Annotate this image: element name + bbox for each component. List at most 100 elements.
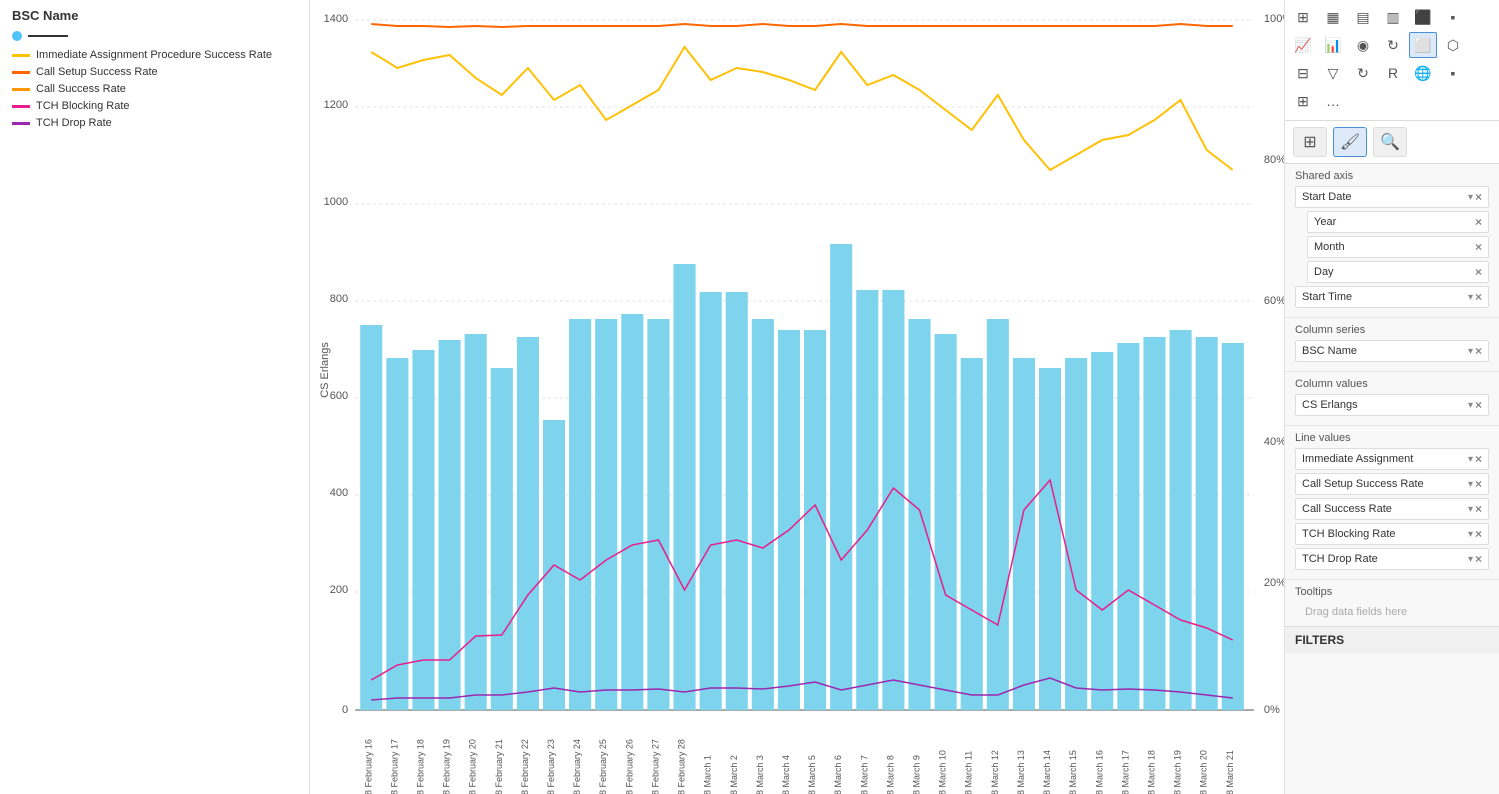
svg-text:2018 February 28: 2018 February 28 [677,739,687,794]
legend-color-call-setup [12,71,30,74]
field-tch-blocking-rate[interactable]: TCH Blocking Rate ▾ × [1295,523,1489,545]
svg-text:2018 March 10: 2018 March 10 [938,750,948,794]
vis-tab-table[interactable]: ⊞ [1293,127,1327,157]
toolbar-icon-3[interactable]: ▤ [1349,4,1377,30]
svg-text:2018 March 5: 2018 March 5 [807,755,817,794]
chevron-start-time[interactable]: ▾ [1468,292,1473,303]
close-immediate[interactable]: × [1475,452,1482,466]
legend-item-call-setup: Call Setup Success Rate [12,66,297,78]
svg-text:2018 February 20: 2018 February 20 [468,739,478,794]
vis-tabs: ⊞ 🖌 🔍 [1285,121,1499,164]
field-tch-drop-rate[interactable]: TCH Drop Rate ▾ × [1295,548,1489,570]
field-actions-start-date: ▾ × [1468,190,1482,204]
field-bsc-name[interactable]: BSC Name ▾ × [1295,340,1489,362]
chevron-bsc-name[interactable]: ▾ [1468,346,1473,357]
svg-text:2018 February 16: 2018 February 16 [363,739,373,794]
icon-row-1: ⊞ ▦ ▤ ▥ ⬛ ▪ [1289,4,1495,30]
close-month[interactable]: × [1475,240,1482,254]
close-start-date[interactable]: × [1475,190,1482,204]
close-year[interactable]: × [1475,215,1482,229]
legend-bsc-item [12,31,297,41]
field-call-setup-success[interactable]: Call Setup Success Rate ▾ × [1295,473,1489,495]
svg-text:2018 February 18: 2018 February 18 [415,739,425,794]
svg-text:20%: 20% [1264,577,1284,589]
chevron-tch-blocking[interactable]: ▾ [1468,529,1473,540]
toolbar-icon-19[interactable]: ⊞ [1289,88,1317,114]
toolbar-icon-2[interactable]: ▦ [1319,4,1347,30]
svg-text:2018 February 25: 2018 February 25 [598,739,608,794]
legend-label-call-success: Call Success Rate [36,83,126,95]
close-day[interactable]: × [1475,265,1482,279]
legend-label-tch-blocking: TCH Blocking Rate [36,100,130,112]
field-actions-call-success: ▾ × [1468,502,1482,516]
toolbar-icon-10[interactable]: ↻ [1379,32,1407,58]
field-start-time[interactable]: Start Time ▾ × [1295,286,1489,308]
close-call-success[interactable]: × [1475,502,1482,516]
svg-text:2018 March 19: 2018 March 19 [1173,750,1183,794]
toolbar-icon-8[interactable]: 📊 [1319,32,1347,58]
toolbar-icon-4[interactable]: ▥ [1379,4,1407,30]
legend-item-call-success: Call Success Rate [12,83,297,95]
toolbar-icon-6[interactable]: ▪ [1439,4,1467,30]
field-immediate-assignment[interactable]: Immediate Assignment ▾ × [1295,448,1489,470]
toolbar-icon-12[interactable]: ⬡ [1439,32,1467,58]
legend-bsc-line [28,35,68,37]
legend-panel: BSC Name Immediate Assignment Procedure … [0,0,310,794]
close-start-time[interactable]: × [1475,290,1482,304]
toolbar-icon-14[interactable]: ▽ [1319,60,1347,86]
legend-color-tch-blocking [12,105,30,108]
field-actions-tch-blocking: ▾ × [1468,527,1482,541]
svg-text:2018 March 3: 2018 March 3 [755,755,765,794]
svg-text:2018 February 17: 2018 February 17 [389,739,399,794]
close-cs-erlangs[interactable]: × [1475,398,1482,412]
toolbar-icon-16[interactable]: R [1379,60,1407,86]
svg-text:100%: 100% [1264,13,1284,25]
toolbar-icon-20[interactable]: … [1319,88,1347,114]
field-label-immediate-assignment: Immediate Assignment [1302,453,1413,465]
vis-tab-analytics[interactable]: 🔍 [1373,127,1407,157]
svg-text:2018 March 14: 2018 March 14 [1042,750,1052,794]
shared-axis-start-date[interactable]: Start Date ▾ × [1295,186,1489,208]
field-month[interactable]: Month × [1307,236,1489,258]
field-cs-erlangs[interactable]: CS Erlangs ▾ × [1295,394,1489,416]
field-label-call-success-rate: Call Success Rate [1302,503,1392,515]
toolbar-icon-18[interactable]: ▪ [1439,60,1467,86]
toolbar-icon-15[interactable]: ↻ [1349,60,1377,86]
field-actions-bsc-name: ▾ × [1468,344,1482,358]
svg-text:2018 February 23: 2018 February 23 [546,739,556,794]
toolbar-icon-13[interactable]: ⊟ [1289,60,1317,86]
legend-title: BSC Name [12,8,297,23]
field-call-success-rate[interactable]: Call Success Rate ▾ × [1295,498,1489,520]
svg-text:2018 March 6: 2018 March 6 [833,755,843,794]
close-tch-blocking[interactable]: × [1475,527,1482,541]
svg-text:2018 March 16: 2018 March 16 [1094,750,1104,794]
field-label-tch-blocking-rate: TCH Blocking Rate [1302,528,1396,540]
toolbar-icon-11[interactable]: ⬜ [1409,32,1437,58]
svg-text:60%: 60% [1264,295,1284,307]
svg-text:1400: 1400 [324,13,349,25]
svg-text:2018 March 7: 2018 March 7 [859,755,869,794]
chevron-immediate[interactable]: ▾ [1468,454,1473,465]
close-tch-drop[interactable]: × [1475,552,1482,566]
toolbar-icon-9[interactable]: ◉ [1349,32,1377,58]
field-label-bsc-name: BSC Name [1302,345,1357,357]
chevron-call-setup[interactable]: ▾ [1468,479,1473,490]
close-bsc-name[interactable]: × [1475,344,1482,358]
chevron-cs-erlangs[interactable]: ▾ [1468,400,1473,411]
toolbar-icon-1[interactable]: ⊞ [1289,4,1317,30]
chevron-start-date[interactable]: ▾ [1468,192,1473,203]
shared-axis-title: Shared axis [1295,170,1489,182]
svg-text:2018 March 15: 2018 March 15 [1068,750,1078,794]
close-call-setup[interactable]: × [1475,477,1482,491]
toolbar-icon-17[interactable]: 🌐 [1409,60,1437,86]
field-year[interactable]: Year × [1307,211,1489,233]
toolbar-icon-7[interactable]: 📈 [1289,32,1317,58]
vis-tab-format[interactable]: 🖌 [1333,127,1367,157]
svg-text:40%: 40% [1264,436,1284,448]
svg-text:2018 March 11: 2018 March 11 [964,751,974,794]
toolbar-icon-5[interactable]: ⬛ [1409,4,1437,30]
chevron-call-success[interactable]: ▾ [1468,504,1473,515]
chevron-tch-drop[interactable]: ▾ [1468,554,1473,565]
svg-text:0: 0 [342,704,348,716]
field-day[interactable]: Day × [1307,261,1489,283]
